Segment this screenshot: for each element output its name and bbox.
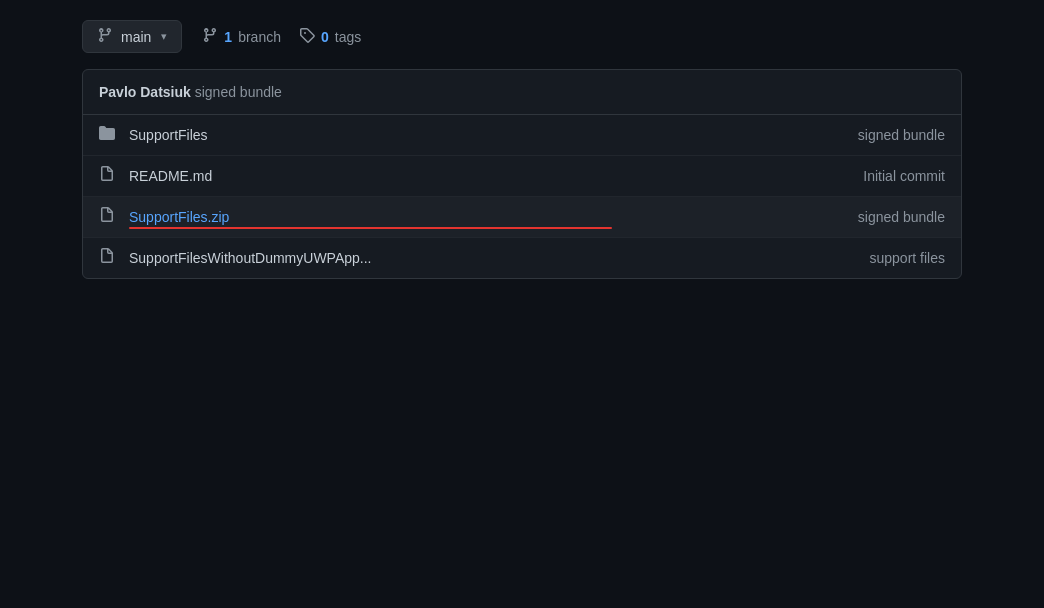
file-icon — [99, 248, 117, 268]
branch-selector-button[interactable]: main ▾ — [82, 20, 182, 53]
file-name[interactable]: README.md — [129, 168, 773, 184]
tag-count-item[interactable]: 0 tags — [299, 27, 361, 46]
tag-meta-icon — [299, 27, 315, 46]
branch-text: branch — [238, 29, 281, 45]
table-header: Pavlo Datsiuk signed bundle — [83, 70, 961, 115]
branch-count: 1 — [224, 29, 232, 45]
red-underline-annotation — [129, 227, 612, 229]
file-commit: Initial commit — [785, 168, 945, 184]
table-row[interactable]: SupportFiles.zip signed bundle — [83, 197, 961, 238]
file-icon — [99, 207, 117, 227]
branch-icon — [97, 27, 113, 46]
table-row[interactable]: SupportFilesWithoutDummyUWPApp... suppor… — [83, 238, 961, 278]
table-row[interactable]: README.md Initial commit — [83, 156, 961, 197]
branch-meta: 1 branch 0 tags — [202, 27, 361, 46]
table-row[interactable]: SupportFiles signed bundle — [83, 115, 961, 156]
commit-message: signed bundle — [195, 84, 282, 100]
file-commit: signed bundle — [785, 209, 945, 225]
branch-meta-icon — [202, 27, 218, 46]
file-commit: signed bundle — [785, 127, 945, 143]
file-link-name[interactable]: SupportFiles.zip — [129, 209, 773, 225]
file-name[interactable]: SupportFiles — [129, 127, 773, 143]
commit-author: Pavlo Datsiuk — [99, 84, 191, 100]
tag-text: tags — [335, 29, 361, 45]
file-commit: support files — [785, 250, 945, 266]
page-wrapper: main ▾ 1 branch 0 tags — [0, 0, 1044, 608]
file-table: Pavlo Datsiuk signed bundle SupportFiles… — [82, 69, 962, 279]
file-icon — [99, 166, 117, 186]
file-name[interactable]: SupportFilesWithoutDummyUWPApp... — [129, 250, 773, 266]
branch-name-label: main — [121, 29, 151, 45]
toolbar: main ▾ 1 branch 0 tags — [82, 20, 962, 53]
chevron-down-icon: ▾ — [161, 30, 167, 43]
folder-icon — [99, 125, 117, 145]
tag-count: 0 — [321, 29, 329, 45]
branch-count-item[interactable]: 1 branch — [202, 27, 281, 46]
